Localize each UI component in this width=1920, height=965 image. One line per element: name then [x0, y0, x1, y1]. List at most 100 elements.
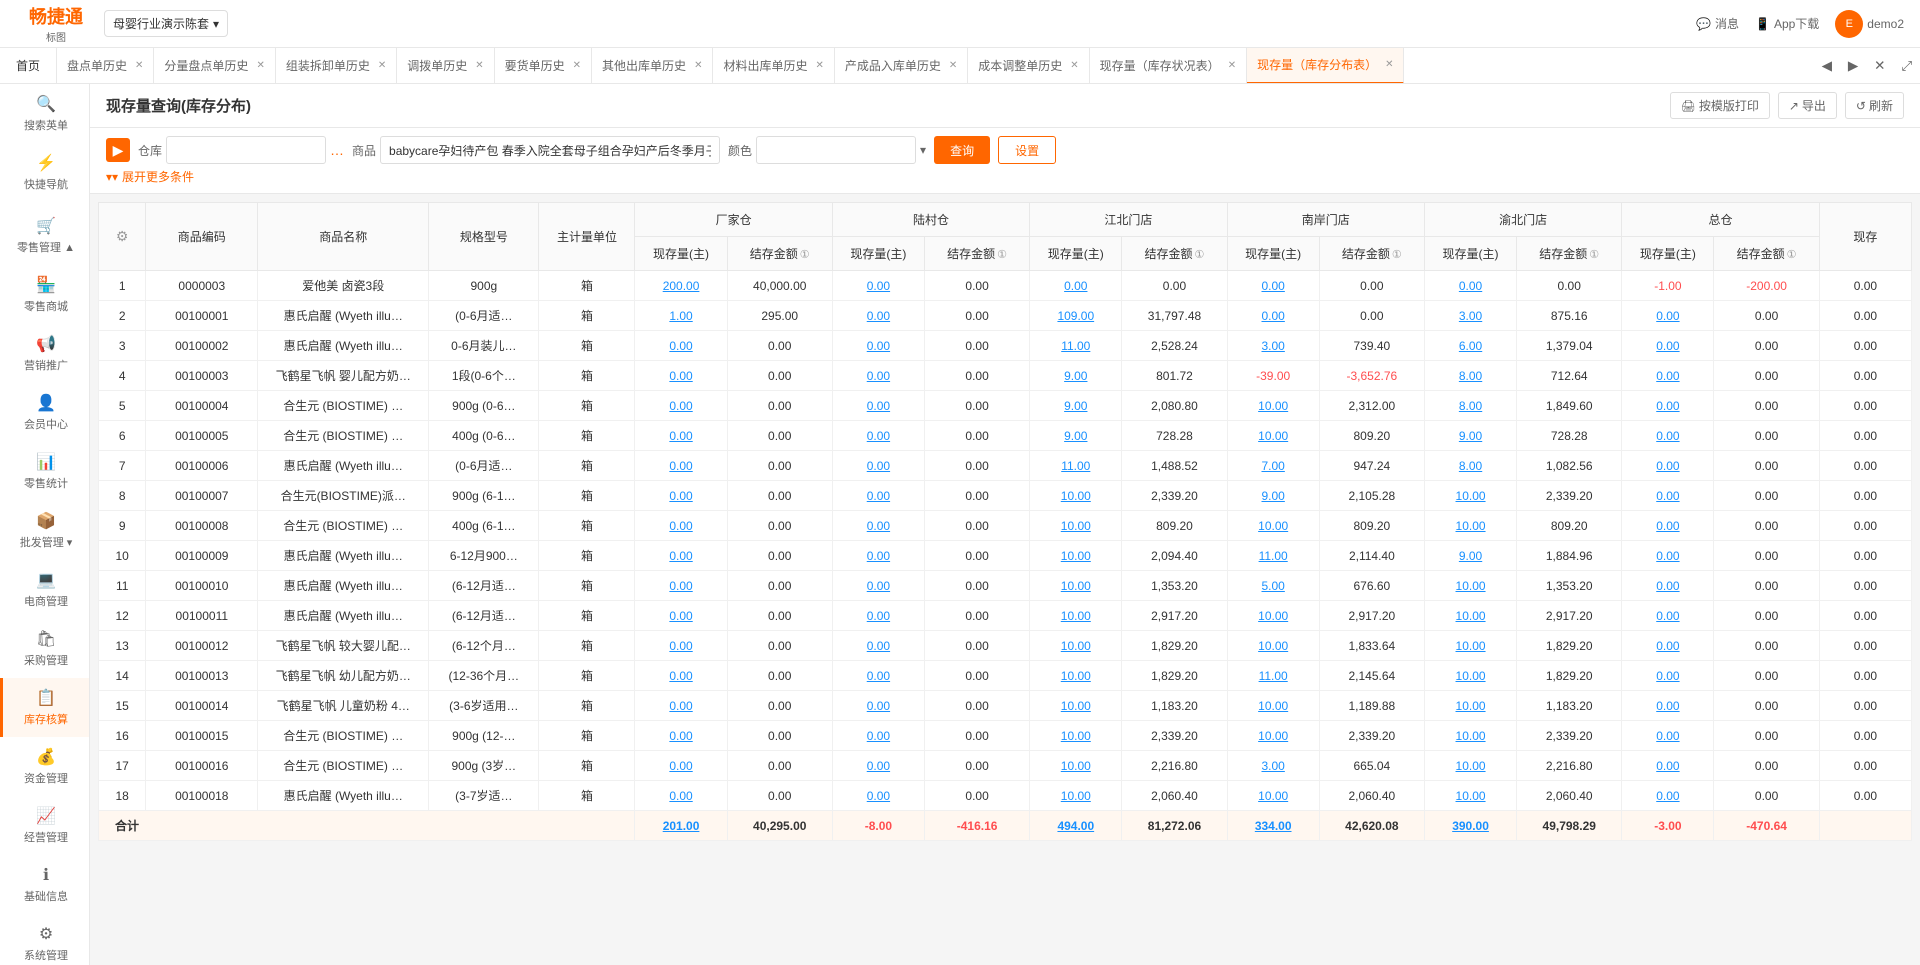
cell-f-qty[interactable]: 200.00 — [635, 271, 727, 301]
sidebar-item-quicknav[interactable]: ⚡ 快捷导航 — [0, 143, 89, 202]
cell-t-qty[interactable]: 0.00 — [1622, 301, 1714, 331]
cell-f-qty[interactable]: 0.00 — [635, 361, 727, 391]
summary-t-qty[interactable]: -3.00 — [1622, 811, 1714, 841]
cell-na-qty[interactable]: 10.00 — [1227, 691, 1319, 721]
tab-item-9[interactable]: 成本调整单历史 ✕ — [968, 48, 1089, 84]
cell-t-qty[interactable]: 0.00 — [1622, 691, 1714, 721]
cell-na-qty[interactable]: 10.00 — [1227, 721, 1319, 751]
tab-close-icon[interactable]: ✕ — [1228, 60, 1236, 71]
sidebar-item-wholesale[interactable]: 📦 批发管理 ▾ — [0, 501, 89, 560]
cell-jb-qty[interactable]: 9.00 — [1030, 391, 1122, 421]
cell-na-qty[interactable]: 11.00 — [1227, 661, 1319, 691]
cell-na-qty[interactable]: 5.00 — [1227, 571, 1319, 601]
cell-t-qty[interactable]: 0.00 — [1622, 391, 1714, 421]
cell-l-qty[interactable]: 0.00 — [832, 781, 924, 811]
cell-f-qty[interactable]: 0.00 — [635, 601, 727, 631]
cell-t-qty[interactable]: 0.00 — [1622, 721, 1714, 751]
sidebar-item-baseinfo[interactable]: ℹ 基础信息 — [0, 855, 89, 914]
cell-jb-qty[interactable]: 9.00 — [1030, 421, 1122, 451]
cell-yb-qty[interactable]: 10.00 — [1424, 571, 1516, 601]
cell-t-qty[interactable]: 0.00 — [1622, 601, 1714, 631]
cell-na-qty[interactable]: 9.00 — [1227, 481, 1319, 511]
print-btn[interactable]: 🖨 按模版打印 — [1670, 92, 1770, 119]
cell-t-qty[interactable]: 0.00 — [1622, 361, 1714, 391]
cell-t-qty[interactable]: 0.00 — [1622, 631, 1714, 661]
tab-item-6[interactable]: 其他出库单历史 ✕ — [592, 48, 713, 84]
product-input[interactable] — [380, 136, 720, 164]
cell-jb-qty[interactable]: 10.00 — [1030, 541, 1122, 571]
cell-l-qty[interactable]: 0.00 — [832, 331, 924, 361]
cell-na-qty[interactable]: 3.00 — [1227, 331, 1319, 361]
cell-na-qty[interactable]: 3.00 — [1227, 751, 1319, 781]
gear-icon[interactable]: ⚙ — [116, 228, 129, 244]
sidebar-item-search[interactable]: 🔍 搜索英单 — [0, 84, 89, 143]
tab-home[interactable]: 首页 — [0, 48, 57, 84]
refresh-btn[interactable]: ↺ 刷新 — [1845, 92, 1904, 119]
cell-f-qty[interactable]: 0.00 — [635, 571, 727, 601]
cell-t-qty[interactable]: 0.00 — [1622, 331, 1714, 361]
message-btn[interactable]: 💬 消息 — [1696, 15, 1739, 32]
tab-close-icon[interactable]: ✕ — [573, 60, 581, 71]
cell-l-qty[interactable]: 0.00 — [832, 361, 924, 391]
cell-f-qty[interactable]: 0.00 — [635, 631, 727, 661]
cell-l-qty[interactable]: 0.00 — [832, 451, 924, 481]
user-area[interactable]: E demo2 — [1835, 10, 1904, 38]
cell-yb-qty[interactable]: 9.00 — [1424, 421, 1516, 451]
sidebar-item-purchase[interactable]: 🛍 采购管理 — [0, 619, 89, 678]
cell-yb-qty[interactable]: 10.00 — [1424, 481, 1516, 511]
cell-l-qty[interactable]: 0.00 — [832, 601, 924, 631]
cell-l-qty[interactable]: 0.00 — [832, 751, 924, 781]
tab-close-icon[interactable]: ✕ — [256, 60, 264, 71]
cell-t-qty[interactable]: 0.00 — [1622, 481, 1714, 511]
cell-na-qty[interactable]: 10.00 — [1227, 421, 1319, 451]
cell-l-qty[interactable]: 0.00 — [832, 541, 924, 571]
cell-na-qty[interactable]: 10.00 — [1227, 781, 1319, 811]
cell-l-qty[interactable]: 0.00 — [832, 631, 924, 661]
tab-close-icon[interactable]: ✕ — [1070, 60, 1078, 71]
tab-close-icon[interactable]: ✕ — [135, 60, 143, 71]
cell-f-qty[interactable]: 0.00 — [635, 691, 727, 721]
breadcrumb-dropdown[interactable]: 母婴行业演示陈套 ▾ — [104, 10, 228, 37]
cell-na-qty[interactable]: -39.00 — [1227, 361, 1319, 391]
summary-jb-qty[interactable]: 494.00 — [1030, 811, 1122, 841]
cell-l-qty[interactable]: 0.00 — [832, 661, 924, 691]
tab-item-3[interactable]: 组装拆卸单历史 ✕ — [276, 48, 397, 84]
summary-na-qty[interactable]: 334.00 — [1227, 811, 1319, 841]
cell-t-qty[interactable]: 0.00 — [1622, 751, 1714, 781]
cell-t-qty[interactable]: 0.00 — [1622, 781, 1714, 811]
info-icon-na[interactable]: ① — [1392, 249, 1402, 261]
cell-l-qty[interactable]: 0.00 — [832, 421, 924, 451]
tab-fullscreen-btn[interactable]: ⤢ — [1893, 48, 1920, 84]
tab-close-icon[interactable]: ✕ — [815, 60, 823, 71]
cell-t-qty[interactable]: 0.00 — [1622, 661, 1714, 691]
info-icon-f[interactable]: ① — [800, 249, 810, 261]
setting-btn[interactable]: 设置 — [998, 136, 1056, 164]
cell-jb-qty[interactable]: 10.00 — [1030, 631, 1122, 661]
app-download-btn[interactable]: 📱 App下载 — [1755, 15, 1819, 32]
sidebar-item-finance[interactable]: 💰 资金管理 — [0, 737, 89, 796]
sidebar-item-retail-shop[interactable]: 🏪 零售商城 — [0, 265, 89, 324]
cell-jb-qty[interactable]: 10.00 — [1030, 661, 1122, 691]
cell-yb-qty[interactable]: 9.00 — [1424, 541, 1516, 571]
color-input[interactable] — [756, 136, 916, 164]
cell-l-qty[interactable]: 0.00 — [832, 571, 924, 601]
sidebar-item-retail-stats[interactable]: 📊 零售统计 — [0, 442, 89, 501]
cell-f-qty[interactable]: 0.00 — [635, 481, 727, 511]
cell-f-qty[interactable]: 0.00 — [635, 511, 727, 541]
cell-jb-qty[interactable]: 9.00 — [1030, 361, 1122, 391]
cell-jb-qty[interactable]: 11.00 — [1030, 331, 1122, 361]
cell-na-qty[interactable]: 7.00 — [1227, 451, 1319, 481]
cell-t-qty[interactable]: 0.00 — [1622, 571, 1714, 601]
cell-f-qty[interactable]: 0.00 — [635, 781, 727, 811]
cell-f-qty[interactable]: 0.00 — [635, 421, 727, 451]
cell-jb-qty[interactable]: 10.00 — [1030, 751, 1122, 781]
sidebar-item-retail-mgmt[interactable]: 🛒 零售管理 ▲ — [0, 206, 89, 265]
cell-jb-qty[interactable]: 109.00 — [1030, 301, 1122, 331]
cell-t-qty[interactable]: 0.00 — [1622, 511, 1714, 541]
tab-item-1[interactable]: 盘点单历史 ✕ — [57, 48, 154, 84]
cell-t-qty[interactable]: -1.00 — [1622, 271, 1714, 301]
cell-jb-qty[interactable]: 10.00 — [1030, 601, 1122, 631]
cell-na-qty[interactable]: 0.00 — [1227, 301, 1319, 331]
tab-item-11[interactable]: 现存量（库存分布表） ✕ — [1247, 48, 1404, 84]
cell-na-qty[interactable]: 10.00 — [1227, 601, 1319, 631]
